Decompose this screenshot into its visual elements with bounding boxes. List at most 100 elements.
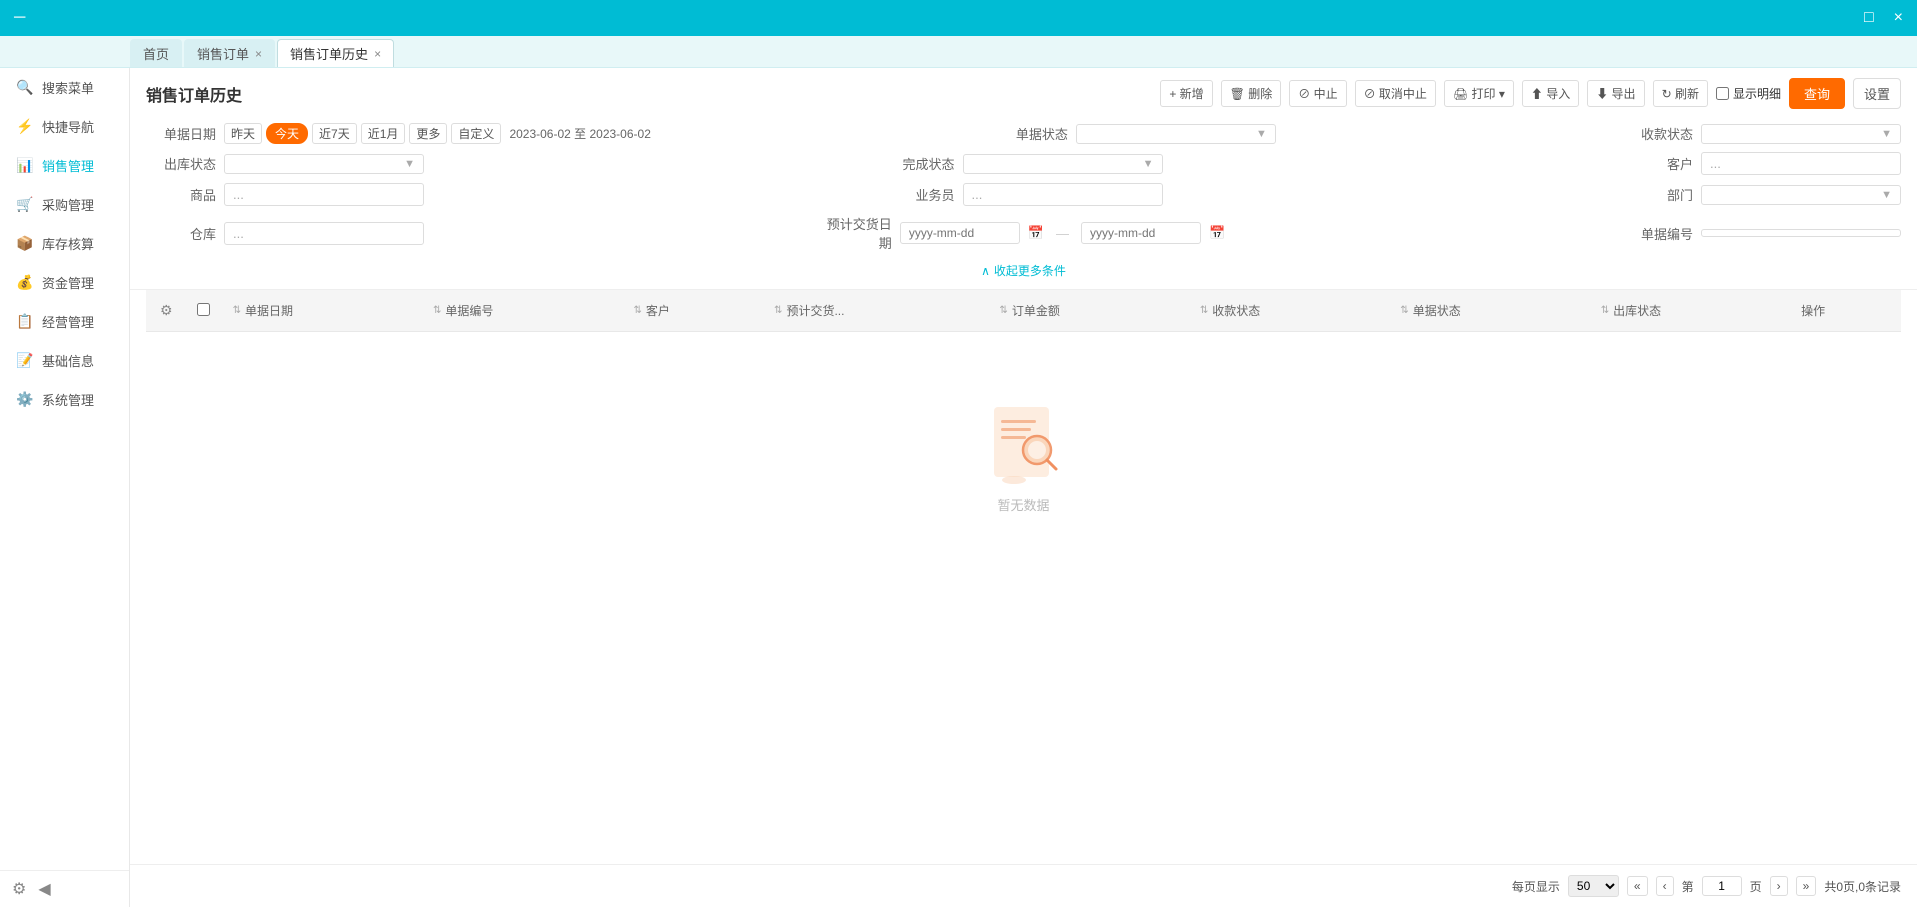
print-btn[interactable]: 🖨 打印 ▾ xyxy=(1444,80,1514,107)
delete-btn-label: 🗑 删除 xyxy=(1230,85,1273,102)
calendar-from-icon[interactable]: 📅 xyxy=(1028,225,1044,241)
tab-home-label: 首页 xyxy=(143,44,169,63)
pay-status-arrow: ▼ xyxy=(1881,128,1892,140)
prev-page-btn[interactable]: ‹ xyxy=(1656,876,1674,896)
sidebar: 🔍 搜索菜单 ⚡ 快捷导航 📊 销售管理 🛒 采购管理 📦 库存核算 💰 资金管… xyxy=(0,68,130,907)
order-status-arrow: ▼ xyxy=(1256,128,1267,140)
maximize-btn[interactable]: □ xyxy=(1858,7,1880,29)
cancel-stop-btn[interactable]: ⊘ 取消中止 xyxy=(1355,80,1436,107)
more-btn[interactable]: 更多 xyxy=(409,123,447,144)
export-btn[interactable]: ⬇ 导出 xyxy=(1587,80,1644,107)
inventory-icon: 📦 xyxy=(16,235,34,252)
customer-select[interactable]: ... xyxy=(1701,152,1901,175)
tab-sales-order-history[interactable]: 销售订单历史 × xyxy=(277,39,394,67)
sidebar-item-operations[interactable]: 📋 经营管理 xyxy=(0,302,129,341)
collapse-btn[interactable]: ∧ 收起更多条件 xyxy=(981,260,1066,281)
col-amount-label: 订单金额 xyxy=(1012,302,1060,319)
dept-select[interactable]: ▼ xyxy=(1701,185,1901,205)
sidebar-item-system-mgmt[interactable]: ⚙️ 系统管理 xyxy=(0,380,129,419)
select-all-checkbox[interactable] xyxy=(197,303,210,316)
col-order-no[interactable]: ⇅ 单据编号 xyxy=(423,290,623,332)
next-page-btn[interactable]: › xyxy=(1770,876,1788,896)
col-date-label: 单据日期 xyxy=(245,302,293,319)
tab-sales-order-history-close[interactable]: × xyxy=(374,47,381,61)
operations-icon: 📋 xyxy=(16,313,34,330)
sidebar-item-inventory[interactable]: 📦 库存核算 xyxy=(0,224,129,263)
sidebar-item-sales-mgmt[interactable]: 📊 销售管理 xyxy=(0,146,129,185)
settings-btn[interactable]: 设置 xyxy=(1853,78,1901,109)
order-no-label: 单据编号 xyxy=(1623,224,1693,243)
query-btn-label: 查询 xyxy=(1804,84,1830,103)
col-order-status-label: 单据状态 xyxy=(1413,302,1461,319)
tab-sales-order-close[interactable]: × xyxy=(255,47,262,61)
salesman-select[interactable]: ... xyxy=(963,183,1163,206)
col-customer[interactable]: ⇅ 客户 xyxy=(623,290,764,332)
filter-area: 单据日期 昨天 今天 近7天 近1月 更多 xyxy=(130,115,1917,290)
sidebar-item-quick-nav[interactable]: ⚡ 快捷导航 xyxy=(0,107,129,146)
page-header: 销售订单历史 + 新增 🗑 删除 ⊘ 中止 ⊘ 取消中止 🖨 打印 ▾ xyxy=(130,68,1917,115)
col-date[interactable]: ⇅ 单据日期 xyxy=(223,290,423,332)
last1m-btn[interactable]: 近1月 xyxy=(361,123,406,144)
sidebar-item-purchase-mgmt[interactable]: 🛒 采购管理 xyxy=(0,185,129,224)
tab-home[interactable]: 首页 xyxy=(130,39,182,67)
warehouse-select[interactable]: ... xyxy=(224,222,424,245)
date-from-input[interactable] xyxy=(900,222,1020,244)
col-expected-date[interactable]: ⇅ 预计交货... xyxy=(764,290,989,332)
yesterday-btn[interactable]: 昨天 xyxy=(224,123,262,144)
per-page-select[interactable]: 50 10 20 100 xyxy=(1568,875,1619,897)
table-settings-btn[interactable]: ⚙ xyxy=(156,298,177,323)
last7-btn[interactable]: 近7天 xyxy=(312,123,357,144)
empty-text: 暂无数据 xyxy=(997,495,1049,514)
col-customer-label: 客户 xyxy=(646,302,670,319)
sidebar-item-finance[interactable]: 💰 资金管理 xyxy=(0,263,129,302)
order-status-select[interactable]: ▼ xyxy=(1076,124,1276,144)
top-bar: ─ □ × xyxy=(0,0,1917,36)
customer-dots: ... xyxy=(1710,156,1721,171)
product-select[interactable]: ... xyxy=(224,183,424,206)
filter-row-1: 单据日期 昨天 今天 近7天 近1月 更多 xyxy=(146,123,1901,144)
col-out-status[interactable]: ⇅ 出库状态 xyxy=(1591,290,1791,332)
custom-btn[interactable]: 自定义 xyxy=(451,123,501,144)
query-btn[interactable]: 查询 xyxy=(1789,78,1845,109)
system-mgmt-icon: ⚙️ xyxy=(16,391,34,408)
sidebar-item-basic-info[interactable]: 📝 基础信息 xyxy=(0,341,129,380)
out-stock-select[interactable]: ▼ xyxy=(224,154,424,174)
delete-btn[interactable]: 🗑 删除 xyxy=(1221,80,1282,107)
pagination: 每页显示 50 10 20 100 « ‹ 第 页 › » 共0页,0条记录 xyxy=(130,864,1917,907)
last-page-btn[interactable]: » xyxy=(1796,876,1817,896)
sidebar-item-search-menu[interactable]: 🔍 搜索菜单 xyxy=(0,68,129,107)
calendar-to-icon[interactable]: 📅 xyxy=(1209,225,1225,241)
order-status-label: 单据状态 xyxy=(998,124,1068,143)
page-input[interactable] xyxy=(1702,876,1742,896)
tab-sales-order[interactable]: 销售订单 × xyxy=(184,39,275,67)
col-action-label: 操作 xyxy=(1801,304,1825,318)
col-amount[interactable]: ⇅ 订单金额 xyxy=(989,290,1189,332)
show-detail-input[interactable] xyxy=(1716,87,1729,100)
first-page-btn[interactable]: « xyxy=(1627,876,1648,896)
col-pay-status[interactable]: ⇅ 收款状态 xyxy=(1190,290,1390,332)
pay-status-select[interactable]: ▼ xyxy=(1701,124,1901,144)
out-stock-arrow: ▼ xyxy=(404,158,415,170)
refresh-btn[interactable]: ↻ 刷新 xyxy=(1653,80,1708,107)
complete-select[interactable]: ▼ xyxy=(963,154,1163,174)
show-detail-checkbox[interactable]: 显示明细 xyxy=(1716,85,1781,102)
stop-btn[interactable]: ⊘ 中止 xyxy=(1289,80,1346,107)
sidebar-settings-btn[interactable]: ⚙ xyxy=(12,879,26,899)
minimize-btn[interactable]: ─ xyxy=(8,7,31,29)
col-order-status[interactable]: ⇅ 单据状态 xyxy=(1390,290,1590,332)
order-no-input[interactable] xyxy=(1701,229,1901,237)
table-area: ⚙ ⇅ 单据日期 ⇅ xyxy=(130,290,1917,864)
date-to-input[interactable] xyxy=(1081,222,1201,244)
import-btn[interactable]: ⬆ 导入 xyxy=(1522,80,1579,107)
filter-row-2: 出库状态 ▼ 完成状态 ▼ 客户 ... xyxy=(146,152,1901,175)
new-btn-label: + 新增 xyxy=(1169,85,1203,102)
out-stock-label: 出库状态 xyxy=(146,154,216,173)
empty-illustration xyxy=(974,392,1074,495)
filter-row-4: 仓库 ... 预计交货日期 📅 — 📅 单据编号 xyxy=(146,214,1901,252)
new-btn[interactable]: + 新增 xyxy=(1160,80,1212,107)
close-btn[interactable]: × xyxy=(1888,7,1909,29)
tab-sales-order-label: 销售订单 xyxy=(197,44,249,63)
sidebar-collapse-btn[interactable]: ◀ xyxy=(38,879,50,899)
import-btn-label: ⬆ 导入 xyxy=(1531,85,1570,102)
today-btn[interactable]: 今天 xyxy=(266,123,308,144)
